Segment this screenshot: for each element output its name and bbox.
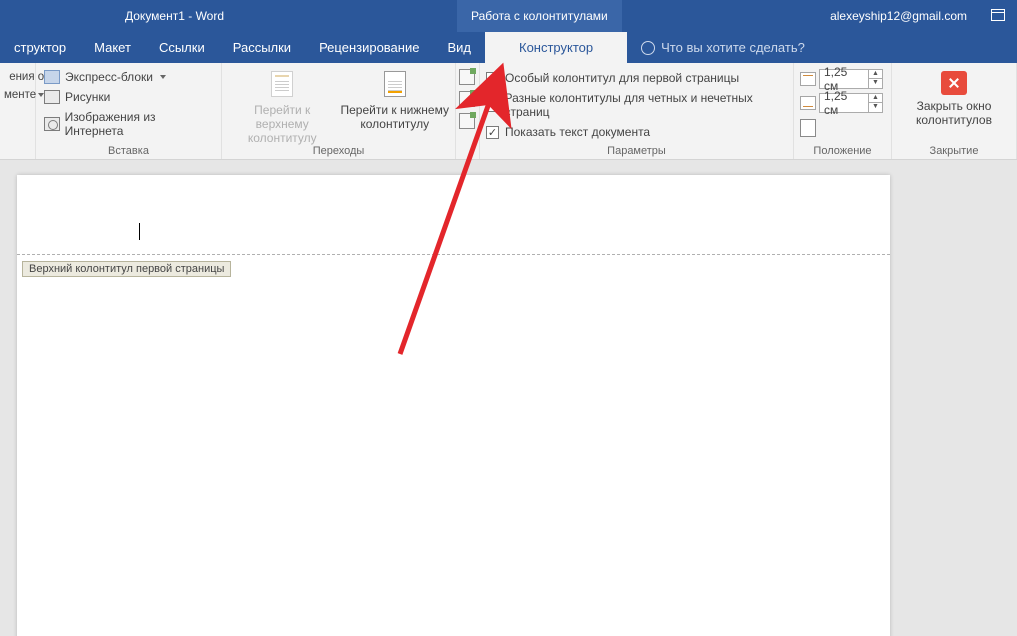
tab-links[interactable]: Ссылки	[145, 32, 219, 63]
group-label-navigation: Переходы	[222, 145, 455, 159]
close-header-footer-button[interactable]: Закрыть окно колонтитулов	[896, 65, 1012, 127]
lightbulb-icon	[641, 41, 655, 55]
footer-position-icon	[800, 96, 816, 110]
ribbon-tabs: структор Макет Ссылки Рассылки Рецензиро…	[0, 32, 1017, 63]
checkbox-icon: ✓	[486, 72, 499, 85]
tab-view[interactable]: Вид	[433, 32, 485, 63]
header-tag-label: Верхний колонтитул первой страницы	[22, 261, 231, 277]
tab-constructor-cut[interactable]: структор	[0, 32, 80, 63]
next-section-icon[interactable]	[459, 91, 475, 107]
text-cursor	[139, 223, 140, 240]
header-separator	[17, 254, 890, 255]
ribbon-display-options-icon[interactable]	[991, 9, 1005, 21]
tab-layout[interactable]: Макет	[80, 32, 145, 63]
checkbox-icon: ✓	[486, 126, 499, 139]
tell-me-search[interactable]: Что вы хотите сделать?	[641, 40, 805, 55]
caret-down-icon	[160, 75, 166, 79]
group-close: Закрыть окно колонтитулов Закрытие	[892, 63, 1017, 159]
document-area[interactable]: Верхний колонтитул первой страницы	[0, 160, 1017, 636]
online-pictures-button[interactable]: Изображения из Интернета	[42, 109, 215, 139]
quick-parts-icon	[44, 70, 60, 84]
checkbox-icon	[486, 99, 498, 112]
spin-down-icon[interactable]: ▼	[868, 79, 882, 88]
different-first-page-checkbox[interactable]: ✓ Особый колонтитул для первой страницы	[486, 71, 787, 85]
show-document-text-checkbox[interactable]: ✓ Показать текст документа	[486, 125, 787, 139]
tab-review[interactable]: Рецензирование	[305, 32, 433, 63]
insert-alignment-tab-icon[interactable]	[800, 119, 816, 137]
user-email[interactable]: alexeyship12@gmail.com	[830, 9, 967, 23]
close-icon	[941, 71, 967, 95]
spin-up-icon[interactable]: ▲	[868, 70, 882, 79]
group-navigation: Перейти к верхнему колонтитулу Перейти к…	[222, 63, 456, 159]
group-label-position: Положение	[794, 145, 891, 159]
tab-mailings[interactable]: Рассылки	[219, 32, 305, 63]
quick-parts-button[interactable]: Экспресс-блоки	[42, 69, 215, 85]
header-from-top-row: 1,25 см ▲▼	[800, 69, 883, 89]
ribbon: ения о менте Экспресс-блоки Рисунки	[0, 63, 1017, 160]
online-pictures-icon	[44, 117, 60, 131]
group-label-empty	[0, 145, 35, 159]
link-previous-icon[interactable]	[459, 113, 475, 129]
different-odd-even-checkbox[interactable]: Разные колонтитулы для четных и нечетных…	[486, 91, 787, 119]
group-label-options: Параметры	[480, 145, 793, 159]
title-bar: Документ1 - Word Работа с колонтитулами …	[0, 0, 1017, 32]
group-insert: Экспресс-блоки Рисунки Изображения из Ин…	[36, 63, 222, 159]
goto-header-button: Перейти к верхнему колонтитулу	[226, 65, 339, 145]
group-options: ✓ Особый колонтитул для первой страницы …	[480, 63, 794, 159]
header-from-top-input[interactable]: 1,25 см ▲▼	[819, 69, 883, 89]
previous-section-icon[interactable]	[459, 69, 475, 85]
group-doc-info-cut: ения о менте	[0, 63, 36, 159]
group-position: 1,25 см ▲▼ 1,25 см ▲▼ Положение	[794, 63, 892, 159]
goto-footer-button[interactable]: Перейти к нижнему колонтитулу	[339, 65, 452, 131]
group-nav-links	[456, 63, 480, 159]
group-label-insert: Вставка	[36, 145, 221, 159]
document-title: Документ1 - Word	[125, 9, 224, 23]
footer-from-bottom-row: 1,25 см ▲▼	[800, 93, 883, 113]
tab-header-footer-design[interactable]: Конструктор	[485, 32, 627, 63]
group-label-close: Закрытие	[892, 145, 1016, 159]
contextual-tab-title: Работа с колонтитулами	[457, 0, 622, 32]
header-position-icon	[800, 72, 816, 86]
pictures-button[interactable]: Рисунки	[42, 89, 215, 105]
page[interactable]: Верхний колонтитул первой страницы	[17, 175, 890, 636]
pictures-icon	[44, 90, 60, 104]
spin-up-icon[interactable]: ▲	[868, 94, 882, 103]
spin-down-icon[interactable]: ▼	[868, 103, 882, 112]
tell-me-placeholder: Что вы хотите сделать?	[661, 40, 805, 55]
footer-from-bottom-input[interactable]: 1,25 см ▲▼	[819, 93, 883, 113]
